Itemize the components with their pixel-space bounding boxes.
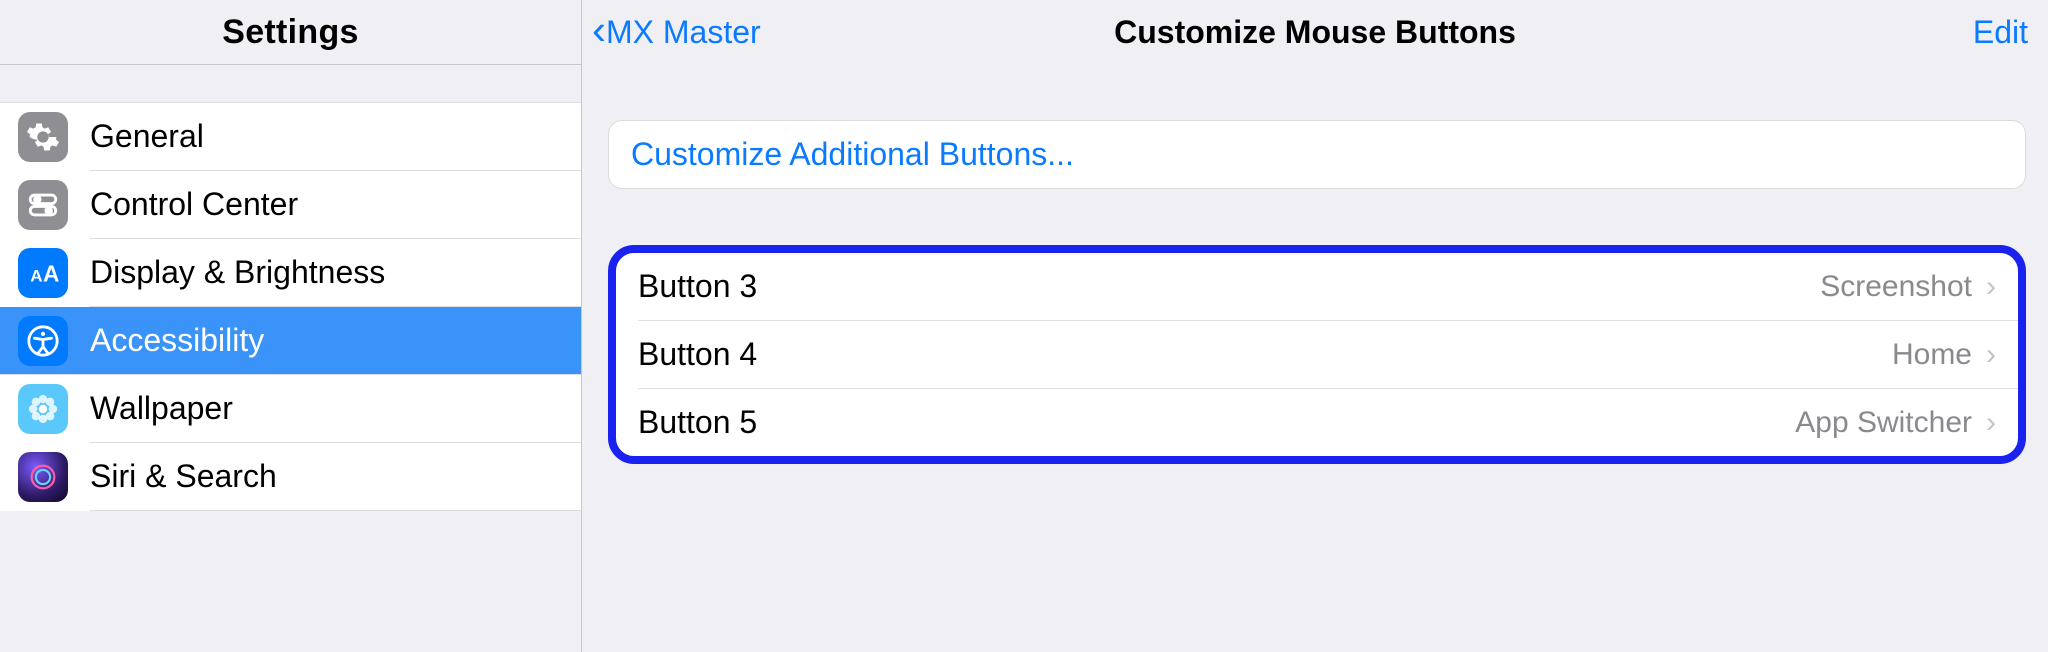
sidebar-item-label: Wallpaper bbox=[90, 390, 233, 427]
settings-sidebar: Settings General bbox=[0, 0, 582, 652]
detail-pane: ‹ MX Master Customize Mouse Buttons Edit… bbox=[582, 0, 2048, 652]
back-button[interactable]: ‹ MX Master bbox=[592, 0, 761, 65]
toggles-icon bbox=[18, 180, 68, 230]
sidebar-item-label: Display & Brightness bbox=[90, 254, 385, 291]
mouse-button-label: Button 3 bbox=[638, 268, 757, 305]
mouse-button-value: App Switcher bbox=[1795, 406, 1972, 440]
svg-text:A: A bbox=[43, 260, 59, 286]
mouse-button-value: Screenshot bbox=[1820, 270, 1972, 304]
sidebar-item-label: Control Center bbox=[90, 186, 298, 223]
mouse-buttons-group: Button 3 Screenshot › Button 4 Home › Bu… bbox=[608, 245, 2026, 464]
mouse-button-value: Home bbox=[1892, 338, 1972, 372]
spacer bbox=[608, 189, 2026, 245]
sidebar-item-siri-search[interactable]: Siri & Search bbox=[0, 443, 581, 510]
customize-additional-buttons-label: Customize Additional Buttons... bbox=[631, 136, 1074, 173]
customize-additional-group: Customize Additional Buttons... bbox=[608, 120, 2026, 189]
chevron-left-icon: ‹ bbox=[592, 9, 606, 51]
back-label: MX Master bbox=[606, 14, 761, 51]
mouse-button-label: Button 5 bbox=[638, 404, 757, 441]
chevron-right-icon: › bbox=[1986, 270, 1996, 304]
chevron-right-icon: › bbox=[1986, 338, 1996, 372]
gear-icon bbox=[18, 112, 68, 162]
mouse-button-row-4[interactable]: Button 4 Home › bbox=[616, 321, 2018, 388]
customize-additional-buttons-row[interactable]: Customize Additional Buttons... bbox=[609, 121, 2025, 188]
divider bbox=[90, 510, 581, 511]
sidebar-item-label: Siri & Search bbox=[90, 458, 277, 495]
sidebar-item-label: General bbox=[90, 118, 204, 155]
sidebar-header: Settings bbox=[0, 0, 581, 65]
page-title: Customize Mouse Buttons bbox=[1114, 14, 1516, 51]
accessibility-icon bbox=[18, 316, 68, 366]
siri-icon bbox=[18, 452, 68, 502]
sidebar-item-display-brightness[interactable]: AA Display & Brightness bbox=[0, 239, 581, 306]
mouse-button-row-3[interactable]: Button 3 Screenshot › bbox=[616, 253, 2018, 320]
app-root: Settings General bbox=[0, 0, 2048, 652]
edit-button[interactable]: Edit bbox=[1973, 14, 2028, 51]
detail-body: Customize Additional Buttons... Button 3… bbox=[582, 65, 2048, 464]
mouse-button-label: Button 4 bbox=[638, 336, 757, 373]
nav-bar: ‹ MX Master Customize Mouse Buttons Edit bbox=[582, 0, 2048, 65]
chevron-right-icon: › bbox=[1986, 406, 1996, 440]
mouse-button-row-5[interactable]: Button 5 App Switcher › bbox=[616, 389, 2018, 456]
sidebar-item-accessibility[interactable]: Accessibility bbox=[0, 307, 581, 374]
sidebar-item-label: Accessibility bbox=[90, 322, 264, 359]
sidebar-item-wallpaper[interactable]: Wallpaper bbox=[0, 375, 581, 442]
sidebar-item-general[interactable]: General bbox=[0, 103, 581, 170]
sidebar-title: Settings bbox=[222, 13, 359, 52]
sidebar-spacer bbox=[0, 65, 581, 102]
text-size-icon: AA bbox=[18, 248, 68, 298]
sidebar-item-control-center[interactable]: Control Center bbox=[0, 171, 581, 238]
svg-text:A: A bbox=[30, 266, 42, 285]
flower-icon bbox=[18, 384, 68, 434]
sidebar-list: General Control Center bbox=[0, 102, 581, 511]
